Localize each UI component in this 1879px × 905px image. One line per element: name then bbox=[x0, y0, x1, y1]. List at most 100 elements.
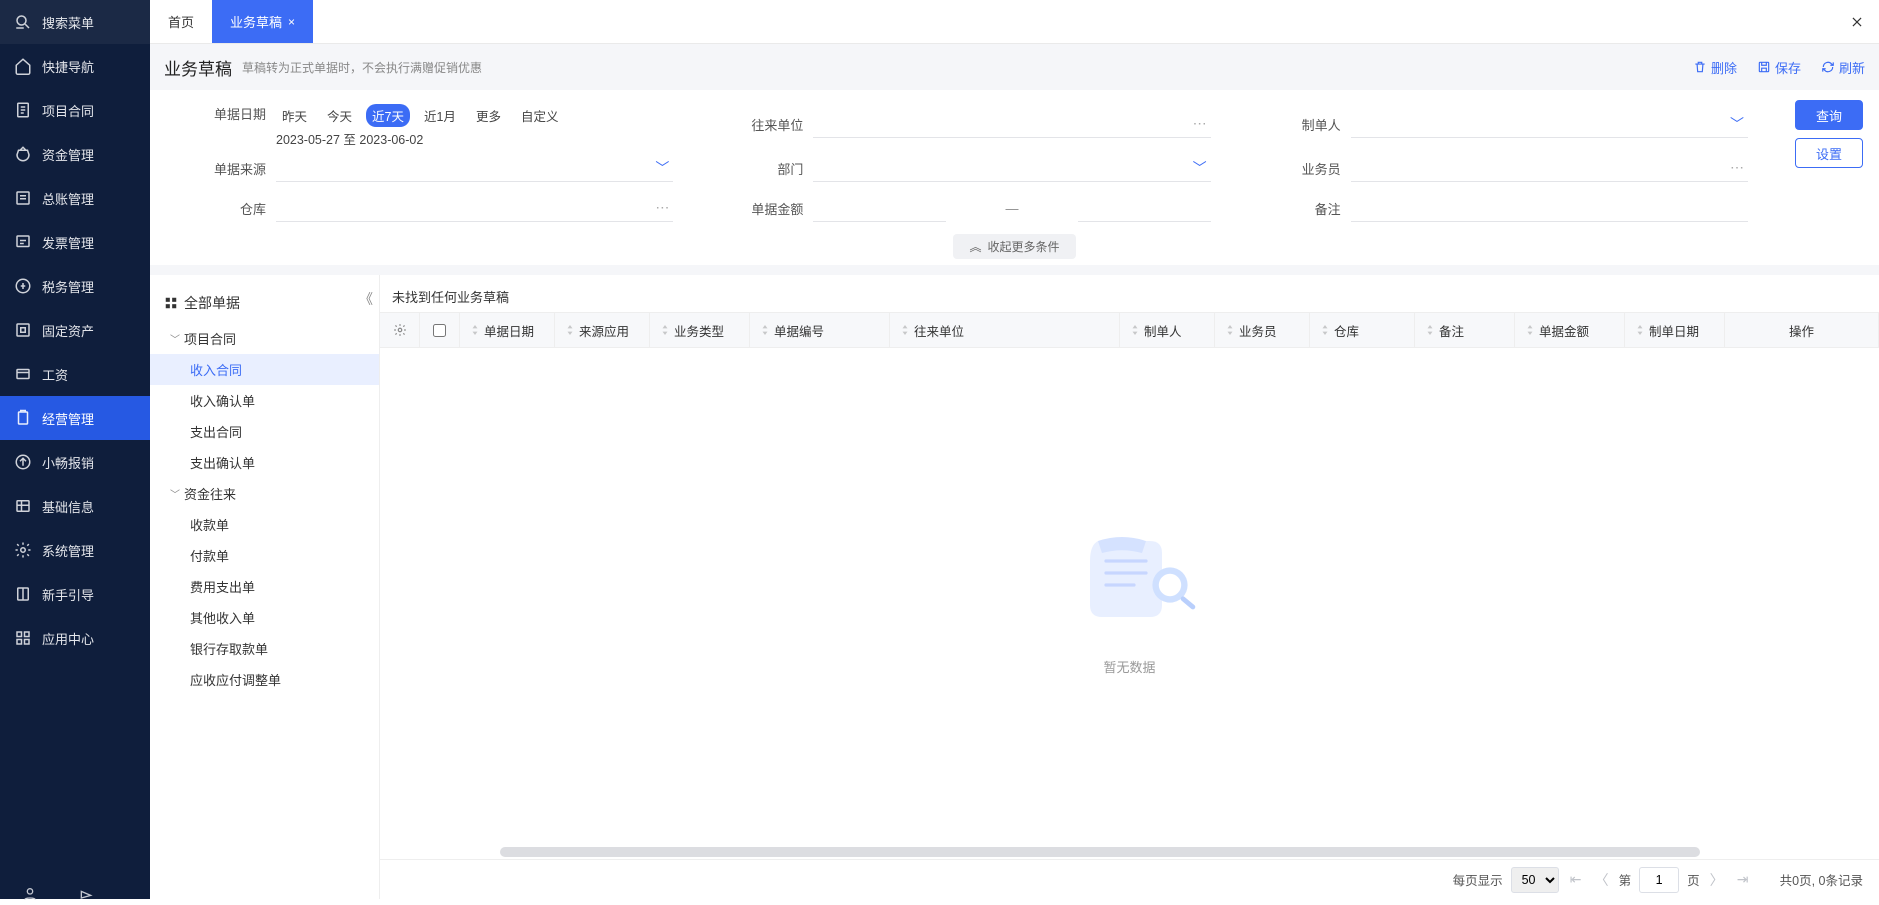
chip-7days[interactable]: 近7天 bbox=[366, 104, 410, 127]
tree-group-funds[interactable]: ﹀ 资金往来 bbox=[150, 478, 379, 509]
collapse-tree-button[interactable]: 《 bbox=[359, 289, 373, 309]
header-select-all[interactable] bbox=[420, 313, 460, 347]
ellipsis-icon[interactable]: ⋯ bbox=[651, 199, 673, 216]
dept-input[interactable] bbox=[813, 154, 1188, 182]
sidebar-item-contract[interactable]: 项目合同 bbox=[0, 88, 150, 132]
query-button[interactable]: 查询 bbox=[1795, 100, 1863, 130]
col-amount[interactable]: 单据金额 bbox=[1515, 313, 1625, 347]
settings-button[interactable]: 设置 bbox=[1795, 138, 1863, 168]
select-all-checkbox[interactable] bbox=[433, 324, 446, 337]
col-remark[interactable]: 备注 bbox=[1415, 313, 1515, 347]
amount-to-input[interactable] bbox=[1078, 194, 1210, 222]
sidebar-item-label: 小畅报销 bbox=[42, 453, 94, 472]
sidebar-item-label: 经营管理 bbox=[42, 409, 94, 428]
tab-draft[interactable]: 业务草稿 × bbox=[212, 0, 313, 43]
tree-leaf-adjust[interactable]: 应收应付调整单 bbox=[150, 664, 379, 695]
page-number-input[interactable] bbox=[1639, 867, 1679, 893]
chip-yesterday[interactable]: 昨天 bbox=[276, 104, 313, 127]
tree-leaf-bank[interactable]: 银行存取款单 bbox=[150, 633, 379, 664]
col-maker[interactable]: 制单人 bbox=[1120, 313, 1215, 347]
sidebar-item-assets[interactable]: 固定资产 bbox=[0, 308, 150, 352]
chevron-down-icon[interactable]: ﹀ bbox=[1726, 114, 1748, 134]
sidebar-item-label: 工资 bbox=[42, 365, 68, 384]
sidebar-item-invoice[interactable]: 发票管理 bbox=[0, 220, 150, 264]
chip-1month[interactable]: 近1月 bbox=[418, 104, 462, 127]
expense-icon bbox=[14, 453, 32, 471]
sidebar-item-ledger[interactable]: 总账管理 bbox=[0, 176, 150, 220]
ledger-icon bbox=[14, 189, 32, 207]
first-page-button[interactable]: ⇤ bbox=[1567, 871, 1585, 888]
toggle-filters-button[interactable]: ︽ 收起更多条件 bbox=[953, 234, 1075, 259]
sidebar-item-search-menu[interactable]: 搜索菜单 bbox=[0, 0, 150, 44]
action-label: 保存 bbox=[1775, 58, 1801, 77]
delete-button[interactable]: 删除 bbox=[1693, 58, 1737, 77]
next-page-button[interactable]: 〉 bbox=[1708, 870, 1726, 890]
col-label: 单据编号 bbox=[774, 321, 824, 340]
source-input[interactable] bbox=[276, 154, 651, 182]
col-sales[interactable]: 业务员 bbox=[1215, 313, 1310, 347]
tree-leaf-income-confirm[interactable]: 收入确认单 bbox=[150, 385, 379, 416]
col-partner[interactable]: 往来单位 bbox=[890, 313, 1120, 347]
ellipsis-icon[interactable]: ⋯ bbox=[1726, 159, 1748, 176]
horizontal-scrollbar[interactable] bbox=[380, 845, 1879, 859]
close-icon[interactable]: × bbox=[288, 15, 295, 29]
tree-group-label: 资金往来 bbox=[184, 484, 236, 503]
tree-leaf-other-income[interactable]: 其他收入单 bbox=[150, 602, 379, 633]
sidebar-item-tax[interactable]: 税务管理 bbox=[0, 264, 150, 308]
maker-input[interactable] bbox=[1351, 110, 1726, 138]
header-settings-button[interactable] bbox=[380, 313, 420, 347]
tree-leaf-expense-confirm[interactable]: 支出确认单 bbox=[150, 447, 379, 478]
tree-leaf-pay[interactable]: 付款单 bbox=[150, 540, 379, 571]
tree-group-contract[interactable]: ﹀ 项目合同 bbox=[150, 323, 379, 354]
tree-leaf-expense-bill[interactable]: 费用支出单 bbox=[150, 571, 379, 602]
sidebar-item-salary[interactable]: 工资 bbox=[0, 352, 150, 396]
home-icon bbox=[14, 57, 32, 75]
sidebar-item-operation[interactable]: 经营管理 bbox=[0, 396, 150, 440]
last-page-button[interactable]: ⇥ bbox=[1734, 871, 1752, 888]
tree-leaf-receive[interactable]: 收款单 bbox=[150, 509, 379, 540]
chip-more[interactable]: 更多 bbox=[470, 104, 507, 127]
col-warehouse[interactable]: 仓库 bbox=[1310, 313, 1415, 347]
footer-icon-left[interactable] bbox=[22, 886, 38, 896]
chip-today[interactable]: 今天 bbox=[321, 104, 358, 127]
warehouse-input[interactable] bbox=[276, 194, 651, 222]
salary-icon bbox=[14, 365, 32, 383]
tree-leaf-expense-contract[interactable]: 支出合同 bbox=[150, 416, 379, 447]
refresh-button[interactable]: 刷新 bbox=[1821, 58, 1865, 77]
tree-title-text: 全部单据 bbox=[184, 293, 240, 313]
chevron-up-double-icon: ︽ bbox=[969, 238, 981, 255]
col-source-app[interactable]: 来源应用 bbox=[555, 313, 650, 347]
sidebar-item-apps[interactable]: 应用中心 bbox=[0, 616, 150, 660]
sales-input[interactable] bbox=[1351, 154, 1726, 182]
chip-custom[interactable]: 自定义 bbox=[515, 104, 565, 127]
sidebar-item-guide[interactable]: 新手引导 bbox=[0, 572, 150, 616]
col-create-date[interactable]: 制单日期 bbox=[1625, 313, 1725, 347]
sidebar-item-basedata[interactable]: 基础信息 bbox=[0, 484, 150, 528]
chevron-down-icon[interactable]: ﹀ bbox=[651, 158, 673, 178]
sidebar-item-funds[interactable]: 资金管理 bbox=[0, 132, 150, 176]
sidebar-item-label: 应用中心 bbox=[42, 629, 94, 648]
sidebar-item-quick-nav[interactable]: 快捷导航 bbox=[0, 44, 150, 88]
save-button[interactable]: 保存 bbox=[1757, 58, 1801, 77]
money-bag-icon bbox=[14, 145, 32, 163]
filter-label-remark: 备注 bbox=[1241, 199, 1351, 218]
amount-from-input[interactable] bbox=[813, 194, 945, 222]
sidebar-item-label: 发票管理 bbox=[42, 233, 94, 252]
tree-leaf-income-contract[interactable]: 收入合同 bbox=[150, 354, 379, 385]
tab-home[interactable]: 首页 bbox=[150, 0, 212, 43]
chevron-down-icon[interactable]: ﹀ bbox=[1189, 158, 1211, 178]
partner-input[interactable] bbox=[813, 110, 1188, 138]
pager-per-label: 每页显示 bbox=[1453, 870, 1503, 889]
ellipsis-icon[interactable]: ⋯ bbox=[1189, 115, 1211, 132]
col-doc-date[interactable]: 单据日期 bbox=[460, 313, 555, 347]
col-label: 制单日期 bbox=[1649, 321, 1699, 340]
col-doc-no[interactable]: 单据编号 bbox=[750, 313, 890, 347]
sidebar-item-system[interactable]: 系统管理 bbox=[0, 528, 150, 572]
remark-input[interactable] bbox=[1351, 194, 1748, 222]
page-size-select[interactable]: 50 bbox=[1511, 867, 1559, 893]
col-biz-type[interactable]: 业务类型 bbox=[650, 313, 750, 347]
close-all-button[interactable] bbox=[1835, 0, 1879, 43]
sidebar-item-expense[interactable]: 小畅报销 bbox=[0, 440, 150, 484]
footer-icon-right[interactable] bbox=[78, 886, 94, 896]
prev-page-button[interactable]: 〈 bbox=[1593, 870, 1611, 890]
